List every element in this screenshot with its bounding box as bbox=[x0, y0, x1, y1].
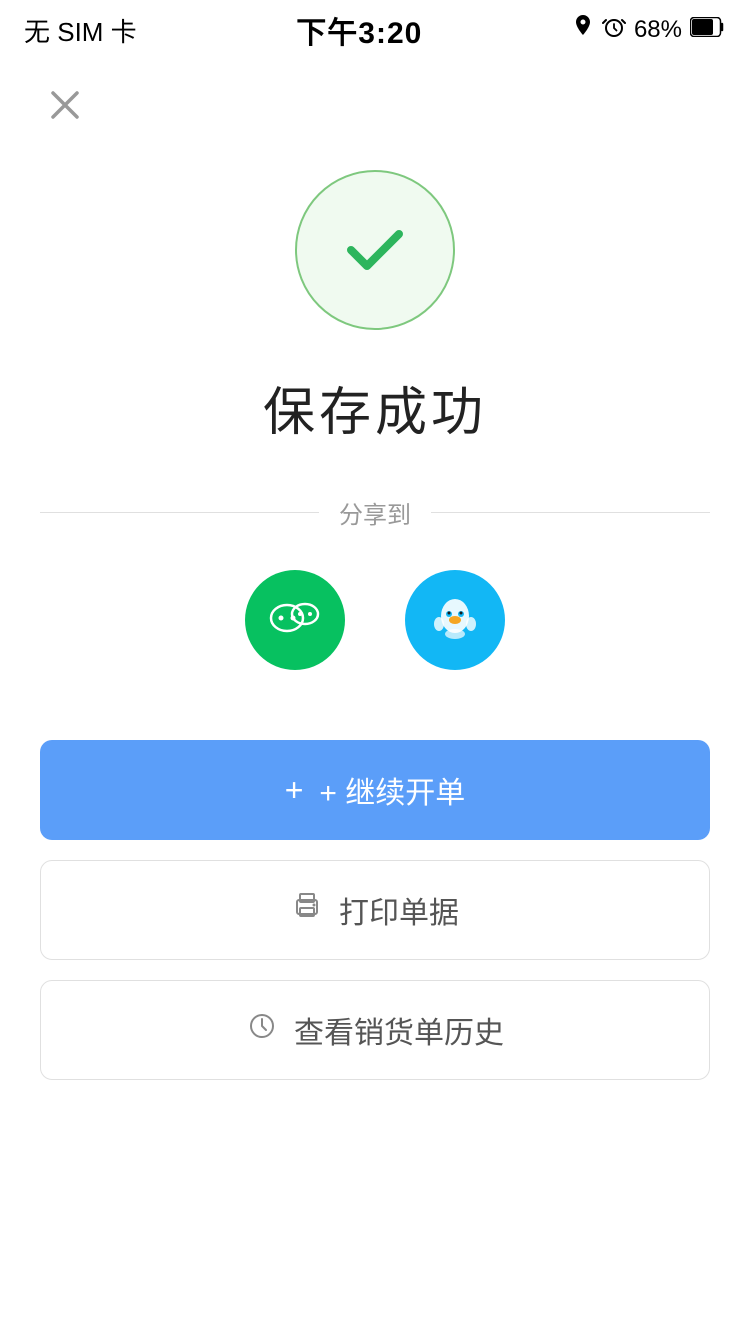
printer-icon bbox=[291, 890, 323, 930]
carrier-text: 无 SIM 卡 bbox=[24, 12, 137, 49]
success-title: 保存成功 bbox=[263, 370, 487, 445]
print-label: 打印单据 bbox=[339, 888, 459, 932]
history-label: 查看销货单历史 bbox=[294, 1008, 504, 1052]
share-label: 分享到 bbox=[339, 495, 411, 530]
share-icons-row bbox=[245, 570, 505, 670]
divider-line-left bbox=[40, 512, 319, 513]
plus-icon: + bbox=[285, 772, 304, 809]
status-carrier: 无 SIM 卡 bbox=[24, 12, 147, 49]
main-content: 保存成功 分享到 bbox=[0, 140, 750, 1334]
action-buttons: + + 继续开单 打印单据 查看销货单历史 bbox=[40, 740, 710, 1080]
close-btn-container bbox=[0, 60, 750, 140]
continue-order-button[interactable]: + + 继续开单 bbox=[40, 740, 710, 840]
close-button[interactable] bbox=[40, 80, 90, 130]
status-indicators: 68% bbox=[572, 15, 726, 46]
history-button[interactable]: 查看销货单历史 bbox=[40, 980, 710, 1080]
battery-icon bbox=[690, 16, 726, 44]
battery-percentage: 68% bbox=[634, 16, 682, 44]
history-icon bbox=[246, 1010, 278, 1050]
location-icon bbox=[572, 15, 594, 46]
status-time: 下午3:20 bbox=[296, 8, 422, 52]
alarm-icon bbox=[602, 15, 626, 46]
divider-line-right bbox=[431, 512, 710, 513]
print-button[interactable]: 打印单据 bbox=[40, 860, 710, 960]
share-divider: 分享到 bbox=[40, 495, 710, 530]
qq-share-button[interactable] bbox=[405, 570, 505, 670]
continue-order-label: + 继续开单 bbox=[319, 768, 465, 812]
wechat-share-button[interactable] bbox=[245, 570, 345, 670]
success-circle bbox=[295, 170, 455, 330]
status-bar: 无 SIM 卡 下午3:20 68% bbox=[0, 0, 750, 60]
